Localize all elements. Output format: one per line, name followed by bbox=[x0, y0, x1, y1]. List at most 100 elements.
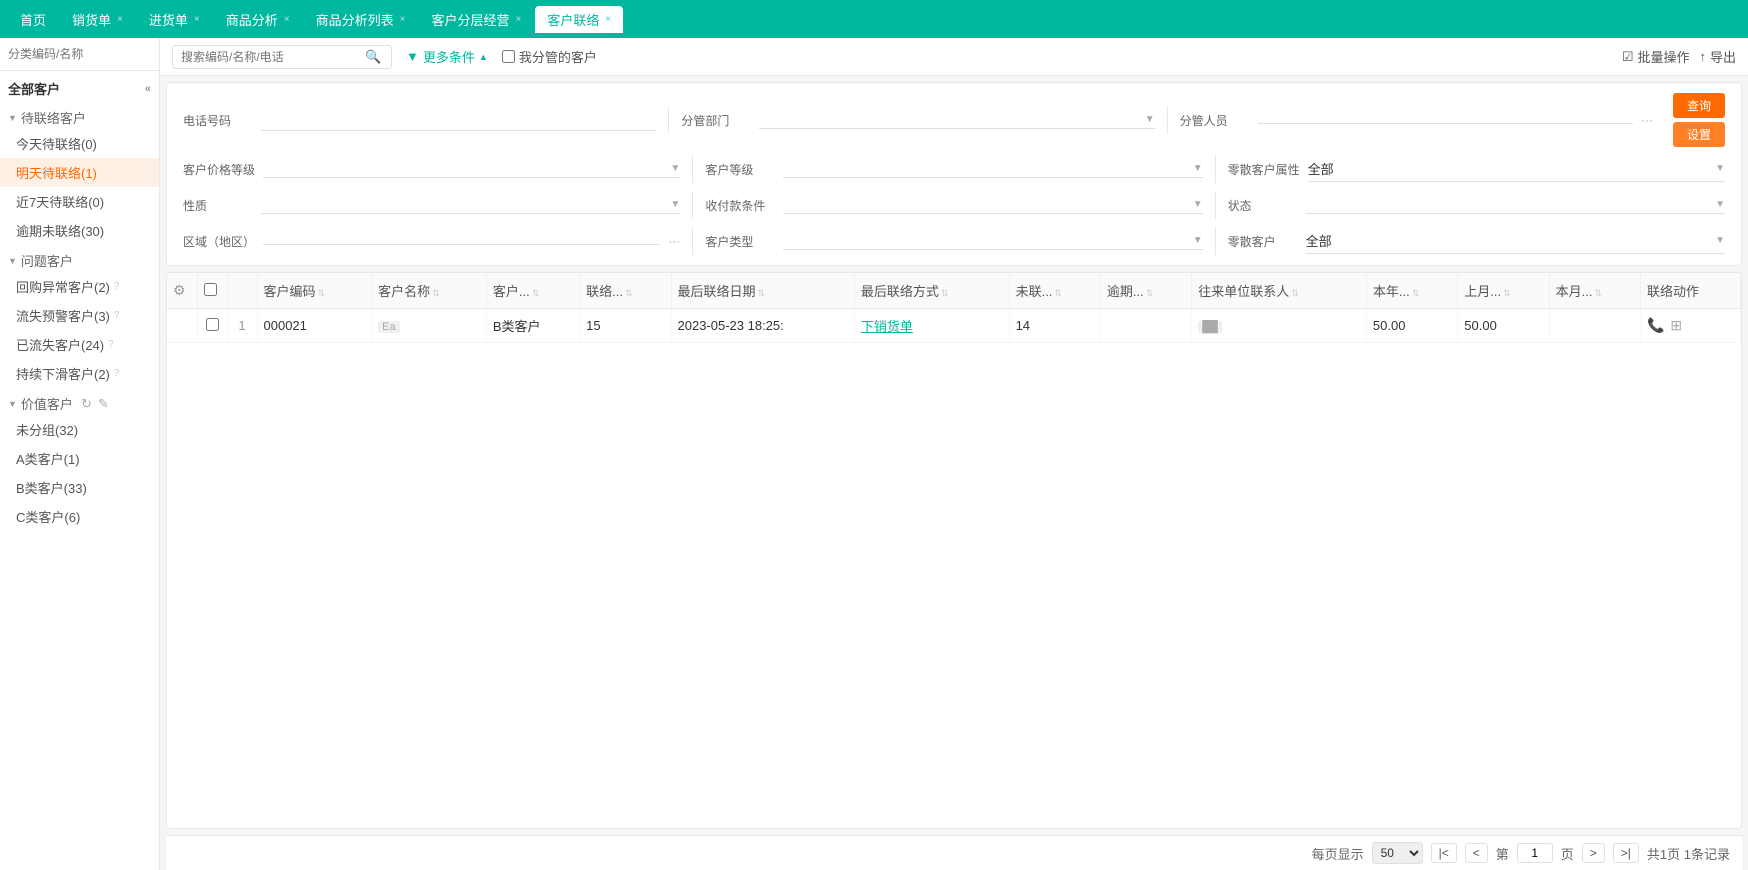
more-filter-button[interactable]: ▼ 更多条件 ▲ bbox=[400, 44, 494, 69]
close-icon[interactable]: × bbox=[117, 14, 123, 25]
filter-input-phone[interactable] bbox=[261, 110, 656, 131]
sidebar-item-churn-warning[interactable]: 流失预警客户(3) ? bbox=[0, 301, 159, 330]
batch-operation-button[interactable]: ☑ 批量操作 bbox=[1622, 47, 1690, 66]
nav-item-home[interactable]: 首页 bbox=[8, 6, 58, 33]
nav-item-sales[interactable]: 销货单 × bbox=[60, 6, 135, 33]
row-checkbox[interactable] bbox=[206, 318, 219, 331]
th-checkbox[interactable] bbox=[197, 273, 227, 309]
reset-button[interactable]: 设置 bbox=[1673, 122, 1725, 147]
th-type[interactable]: 客户...⇅ bbox=[486, 273, 579, 309]
filter-select-region[interactable] bbox=[263, 238, 660, 245]
nav-item-customer-layering[interactable]: 客户分层经营 × bbox=[419, 6, 533, 33]
collapse-icon[interactable]: « bbox=[145, 83, 151, 95]
last-page-button[interactable]: >| bbox=[1613, 843, 1639, 863]
close-icon[interactable]: × bbox=[284, 14, 290, 25]
export-label: 导出 bbox=[1710, 47, 1736, 66]
td-checkbox[interactable] bbox=[197, 309, 227, 343]
table-body: 1 000021 Ea B类客户 15 2023-05-23 18:25: 下销… bbox=[167, 309, 1741, 343]
th-settings[interactable]: ⚙ bbox=[167, 273, 197, 309]
filter-select-customer-type[interactable]: ▼ bbox=[783, 232, 1202, 250]
page-size-select[interactable]: 50 100 200 bbox=[1372, 842, 1423, 864]
nav-item-analysis[interactable]: 商品分析 × bbox=[214, 6, 302, 33]
settings-icon[interactable]: ⚙ bbox=[173, 282, 186, 298]
pending-group-label: 待联络客户 bbox=[21, 108, 86, 127]
first-page-button[interactable]: |< bbox=[1431, 843, 1457, 863]
sidebar-label-7days: 近7天待联络(0) bbox=[16, 192, 104, 211]
chevron-down-icon: ▼ bbox=[1193, 163, 1203, 174]
th-contact[interactable]: 联络...⇅ bbox=[580, 273, 671, 309]
th-uncontacted[interactable]: 未联...⇅ bbox=[1009, 273, 1100, 309]
sidebar-item-class-b[interactable]: B类客户(33) bbox=[0, 473, 159, 502]
select-all-checkbox[interactable] bbox=[204, 283, 217, 296]
triangle-icon: ▼ bbox=[8, 256, 17, 266]
edit-icon[interactable]: ✎ bbox=[98, 396, 109, 412]
sidebar-item-today[interactable]: 今天待联络(0) bbox=[0, 129, 159, 158]
filter-select-customer-level[interactable]: ▼ bbox=[783, 160, 1202, 178]
sidebar-item-class-a[interactable]: A类客户(1) bbox=[0, 444, 159, 473]
filter-select-scatter-attr[interactable]: 全部 ▼ bbox=[1308, 156, 1725, 182]
sort-icon: ⇅ bbox=[1146, 288, 1154, 298]
triangle-icon: ▼ bbox=[8, 399, 17, 409]
prev-page-button[interactable]: < bbox=[1465, 843, 1488, 863]
th-code[interactable]: 客户编码⇅ bbox=[257, 273, 372, 309]
td-last-month: 50.00 bbox=[1458, 309, 1549, 343]
sidebar-item-declining[interactable]: 持续下滑客户(2) ? bbox=[0, 359, 159, 388]
filter-label-price-level: 客户价格等级 bbox=[183, 161, 255, 178]
td-uncontacted: 14 bbox=[1009, 309, 1100, 343]
sidebar-item-churned[interactable]: 已流失客户(24) ? bbox=[0, 330, 159, 359]
th-contacts[interactable]: 往来单位联系人⇅ bbox=[1192, 273, 1367, 309]
contacts-blurred: ██ bbox=[1198, 321, 1222, 333]
sidebar-item-ungrouped[interactable]: 未分组(32) bbox=[0, 415, 159, 444]
main-search-icon[interactable]: 🔍 bbox=[365, 49, 381, 65]
th-last-contact-method[interactable]: 最后联络方式⇅ bbox=[854, 273, 1009, 309]
close-icon[interactable]: × bbox=[400, 14, 406, 25]
sidebar-item-overdue[interactable]: 逾期未联络(30) bbox=[0, 216, 159, 245]
close-icon[interactable]: × bbox=[194, 14, 200, 25]
nav-item-analysis-list[interactable]: 商品分析列表 × bbox=[304, 6, 418, 33]
sidebar-search-input[interactable] bbox=[8, 47, 160, 61]
filter-label-payment: 收付款条件 bbox=[705, 197, 775, 214]
query-button[interactable]: 查询 bbox=[1673, 93, 1725, 118]
sidebar-item-class-c[interactable]: C类客户(6) bbox=[0, 502, 159, 531]
my-customers-checkbox[interactable] bbox=[502, 50, 515, 63]
filter-field-price-level: 客户价格等级 ▼ bbox=[183, 160, 680, 178]
refresh-icon[interactable]: ↻ bbox=[81, 396, 92, 412]
th-this-month[interactable]: 本月...⇅ bbox=[1549, 273, 1640, 309]
sidebar-item-7days[interactable]: 近7天待联络(0) bbox=[0, 187, 159, 216]
filter-select-manager[interactable] bbox=[1258, 117, 1633, 124]
divider bbox=[692, 155, 693, 183]
sidebar-item-repurchase[interactable]: 回购异常客户(2) ? bbox=[0, 272, 159, 301]
sidebar-item-tomorrow[interactable]: 明天待联络(1) bbox=[0, 158, 159, 187]
filter-select-scatter-customer[interactable]: 全部 ▼ bbox=[1306, 228, 1725, 254]
three-dots-icon[interactable]: ··· bbox=[1641, 113, 1653, 127]
my-customers-checkbox-label[interactable]: 我分管的客户 bbox=[502, 47, 597, 66]
filter-field-status: 状态 ▼ bbox=[1228, 196, 1725, 214]
nav-item-purchase[interactable]: 进货单 × bbox=[137, 6, 212, 33]
filter-select-status[interactable]: ▼ bbox=[1306, 196, 1725, 214]
filter-select-dept[interactable]: ▼ bbox=[759, 111, 1154, 129]
next-page-button[interactable]: > bbox=[1582, 843, 1605, 863]
th-this-year[interactable]: 本年...⇅ bbox=[1366, 273, 1457, 309]
filter-select-payment[interactable]: ▼ bbox=[783, 196, 1202, 214]
main-search-input[interactable] bbox=[181, 50, 361, 64]
th-last-month[interactable]: 上月...⇅ bbox=[1458, 273, 1549, 309]
export-button[interactable]: ↑ 导出 bbox=[1699, 47, 1736, 66]
sidebar-label-churned: 已流失客户(24) bbox=[16, 335, 104, 354]
close-icon[interactable]: × bbox=[605, 14, 611, 25]
page-number-input[interactable] bbox=[1517, 843, 1553, 863]
nav-item-customer-contact[interactable]: 客户联络 × bbox=[535, 6, 623, 33]
th-overdue[interactable]: 逾期...⇅ bbox=[1100, 273, 1191, 309]
th-last-contact-date-label: 最后联络日期 bbox=[678, 284, 756, 299]
grid-icon[interactable]: ⊞ bbox=[1670, 317, 1682, 334]
last-contact-method-link[interactable]: 下销货单 bbox=[861, 319, 913, 334]
td-last-contact-method[interactable]: 下销货单 bbox=[854, 309, 1009, 343]
help-icon: ? bbox=[114, 310, 120, 321]
close-icon[interactable]: × bbox=[515, 14, 521, 25]
th-last-contact-date[interactable]: 最后联络日期⇅ bbox=[671, 273, 854, 309]
three-dots-icon[interactable]: ··· bbox=[668, 234, 680, 248]
all-customers-label: 全部客户 bbox=[8, 79, 60, 98]
filter-select-nature[interactable]: ▼ bbox=[261, 196, 680, 214]
phone-icon[interactable]: 📞 bbox=[1647, 317, 1664, 334]
filter-select-price-level[interactable]: ▼ bbox=[263, 160, 680, 178]
th-name[interactable]: 客户名称⇅ bbox=[372, 273, 487, 309]
